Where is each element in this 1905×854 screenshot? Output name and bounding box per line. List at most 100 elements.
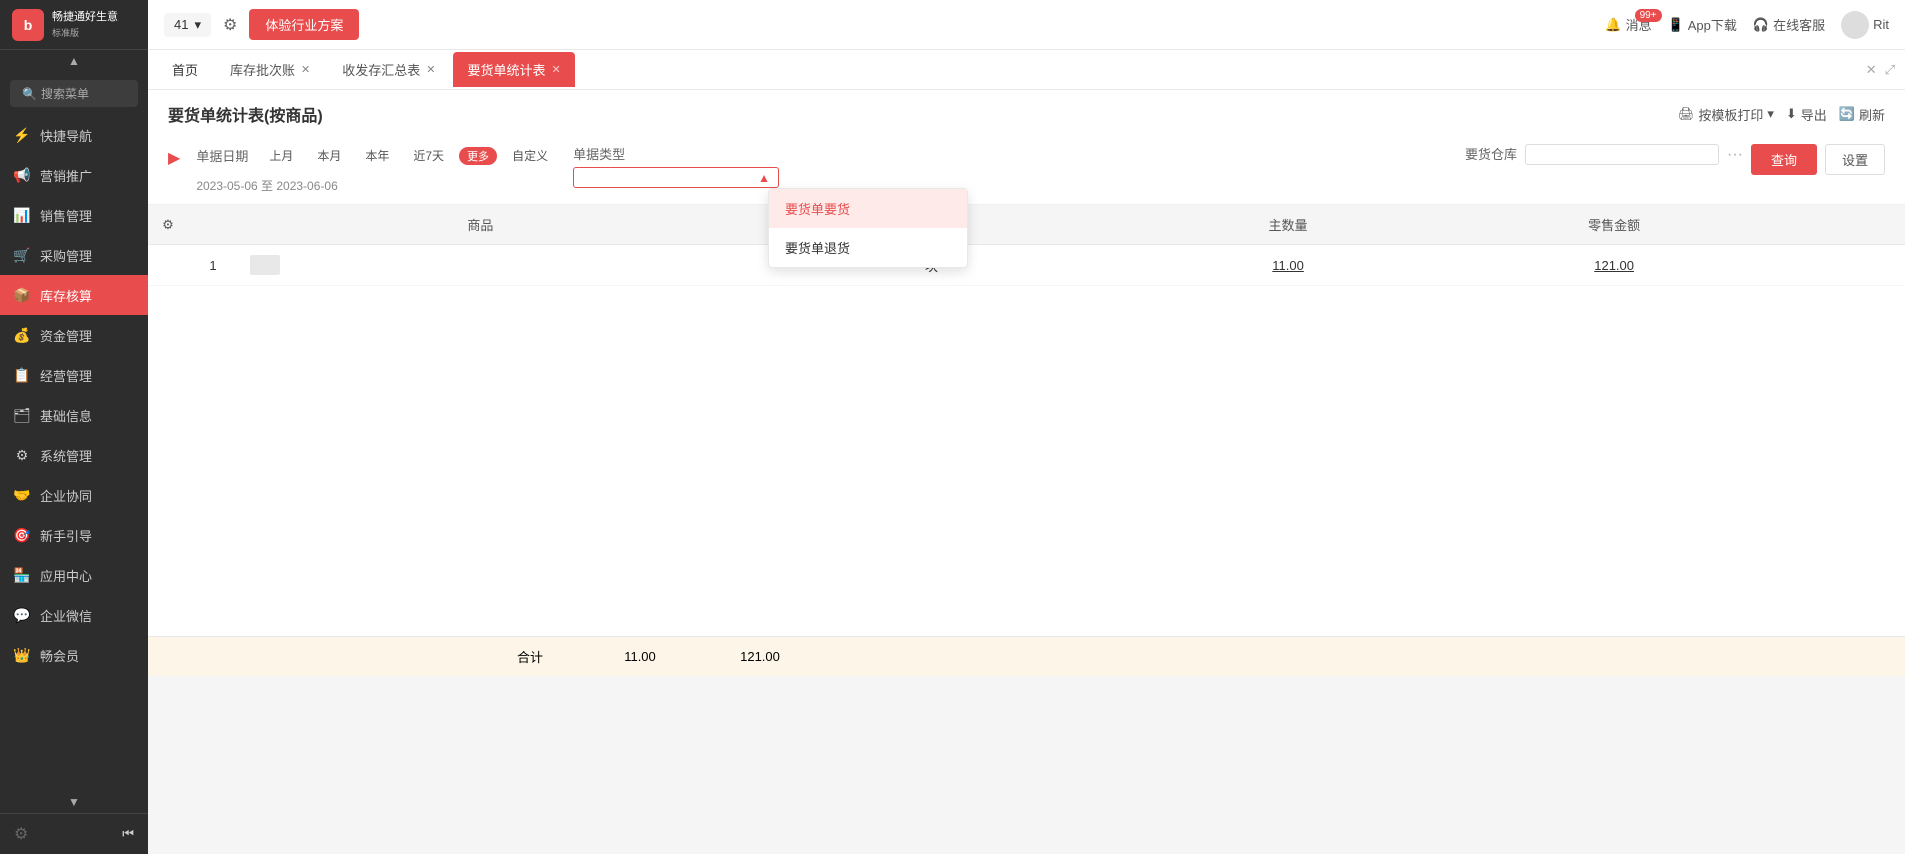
tab-inventory-batch-close[interactable]: ✕	[301, 63, 310, 76]
data-table: ⚙ 商品 主计量单位 主数量 零售金额 1	[148, 205, 1905, 286]
footer-label: 合计	[480, 647, 580, 666]
sidebar-item-label: 基础信息	[40, 406, 92, 425]
header-right: 🔔 消息 99+ 📱 App下载 🎧 在线客服 Rit	[1605, 11, 1889, 39]
sidebar-item-label: 销售管理	[40, 206, 92, 225]
online-service-btn[interactable]: 🎧 在线客服	[1753, 15, 1825, 34]
print-label: 按模板打印	[1698, 105, 1763, 124]
sidebar-item-system[interactable]: ⚙ 系统管理	[0, 435, 148, 475]
warehouse-more-btn[interactable]: ···	[1727, 146, 1743, 164]
tab-collect-summary[interactable]: 收发存汇总表 ✕	[328, 52, 449, 87]
app-logo: b 畅捷通好生意 标准版	[0, 0, 148, 50]
type-filter-input-wrap[interactable]: ▲	[573, 167, 779, 188]
sidebar-item-appstore[interactable]: 🏪 应用中心	[0, 555, 148, 595]
footer-qty: 11.00	[580, 649, 700, 664]
table-footer: 合计 11.00 121.00	[148, 636, 1905, 676]
sidebar-item-purchase[interactable]: 🛒 采购管理	[0, 235, 148, 275]
trial-btn[interactable]: 体验行业方案	[249, 9, 359, 40]
date-this-month[interactable]: 本月	[308, 144, 350, 167]
sidebar: b 畅捷通好生意 标准版 ▲ 🔍 搜索菜单 ⚡ 快捷导航 📢 营销推广 📊 销售…	[0, 0, 148, 854]
date-more-btn[interactable]: 更多	[459, 147, 497, 165]
col-qty: 主数量	[1140, 205, 1436, 245]
sidebar-item-label: 畅会员	[40, 646, 79, 665]
sidebar-item-quick-nav[interactable]: ⚡ 快捷导航	[0, 115, 148, 155]
tab-order-summary[interactable]: 要货单统计表 ✕	[453, 52, 574, 87]
sidebar-item-finance[interactable]: 💰 资金管理	[0, 315, 148, 355]
col-gear[interactable]: ⚙	[148, 205, 188, 245]
tabs-actions: ✕ ⤢	[1866, 62, 1895, 78]
inventory-icon: 📦	[12, 285, 32, 305]
product-name	[286, 258, 329, 273]
date-this-year[interactable]: 本年	[356, 144, 398, 167]
date-range-display: 2023-05-06 至 2023-06-06	[196, 177, 557, 194]
notifications-btn[interactable]: 🔔 消息 99+	[1605, 15, 1651, 34]
tab-collect-summary-close[interactable]: ✕	[426, 63, 435, 76]
sidebar-item-wechat[interactable]: 💬 企业微信	[0, 595, 148, 635]
date-last-7-days[interactable]: 近7天	[404, 144, 453, 167]
quick-nav-icon: ⚡	[12, 125, 32, 145]
sidebar-item-collab[interactable]: 🤝 企业协同	[0, 475, 148, 515]
collab-icon: 🤝	[12, 485, 32, 505]
tab-order-summary-close[interactable]: ✕	[552, 63, 561, 76]
col-index	[188, 205, 238, 245]
warehouse-input-wrap[interactable]	[1525, 144, 1719, 165]
date-filter-group: 单据日期 上月 本月 本年 近7天 更多 自定义 2023-05-06 至 20…	[196, 144, 557, 194]
refresh-icon: 🔄	[1839, 106, 1855, 122]
date-custom[interactable]: 自定义	[503, 144, 557, 167]
sidebar-nav: ⚡ 快捷导航 📢 营销推广 📊 销售管理 🛒 采购管理 📦 库存核算 💰 资金管…	[0, 115, 148, 791]
tab-inventory-batch[interactable]: 库存批次账 ✕	[216, 52, 324, 87]
company-selector[interactable]: 41 ▾	[164, 13, 211, 37]
finance-icon: 💰	[12, 325, 32, 345]
search-menu[interactable]: 🔍 搜索菜单	[10, 80, 138, 107]
tab-collect-summary-label: 收发存汇总表	[342, 60, 420, 79]
row-empty	[1792, 245, 1905, 286]
col-empty	[1792, 205, 1905, 245]
phone-icon: 📱	[1668, 17, 1684, 33]
type-filter-input[interactable]	[582, 170, 758, 185]
print-dropdown-icon[interactable]: ▾	[1767, 106, 1774, 122]
basic-icon: 🗂	[12, 405, 32, 425]
sales-icon: 📊	[12, 205, 32, 225]
sidebar-item-operation[interactable]: 📋 经营管理	[0, 355, 148, 395]
tabs-bar: 首页 库存批次账 ✕ 收发存汇总表 ✕ 要货单统计表 ✕ ✕ ⤢	[148, 50, 1905, 90]
sidebar-scroll-down[interactable]: ▼	[0, 791, 148, 813]
tab-home[interactable]: 首页	[158, 52, 212, 87]
header-gear-icon[interactable]: ⚙	[223, 15, 237, 35]
filter-expand-btn[interactable]: ▶	[168, 148, 180, 168]
footer-amount: 121.00	[700, 649, 820, 664]
filter-bar: ▶ 单据日期 上月 本月 本年 近7天 更多 自定义 2023-05-0	[148, 134, 1905, 205]
dropdown-option-tuihuo[interactable]: 要货单退货	[769, 228, 967, 267]
export-btn[interactable]: ⬇ 导出	[1786, 105, 1827, 124]
avatar	[1841, 11, 1869, 39]
type-filter-group: 单据类型 ▲	[573, 144, 779, 188]
refresh-btn[interactable]: 🔄 刷新	[1839, 105, 1885, 124]
type-filter-chevron-up[interactable]: ▲	[758, 171, 770, 185]
username-label: Rit	[1873, 17, 1889, 32]
search-icon: 🔍	[22, 87, 37, 101]
dropdown-option-yaohuo[interactable]: 要货单要货	[769, 189, 967, 228]
sidebar-item-sales[interactable]: 📊 销售管理	[0, 195, 148, 235]
sidebar-item-newbie[interactable]: 🎯 新手引导	[0, 515, 148, 555]
sidebar-settings-icon[interactable]: ⚙	[14, 824, 28, 844]
print-btn[interactable]: 🖨 按模板打印 ▾	[1678, 105, 1774, 124]
tab-expand-icon[interactable]: ⤢	[1885, 62, 1895, 78]
tab-order-summary-label: 要货单统计表	[467, 60, 545, 79]
settings-button[interactable]: 设置	[1825, 144, 1885, 175]
app-download-btn[interactable]: 📱 App下载	[1668, 15, 1737, 34]
sidebar-item-label: 营销推广	[40, 166, 92, 185]
main-content: 41 ▾ ⚙ 体验行业方案 🔔 消息 99+ 📱 App下载 🎧 在线客服	[148, 0, 1905, 854]
sidebar-item-basic[interactable]: 🗂 基础信息	[0, 395, 148, 435]
tab-close-all-icon[interactable]: ✕	[1866, 62, 1877, 78]
bell-icon: 🔔	[1605, 17, 1621, 33]
warehouse-input[interactable]	[1534, 147, 1710, 162]
sidebar-item-inventory[interactable]: 📦 库存核算	[0, 275, 148, 315]
sidebar-item-marketing[interactable]: 📢 营销推广	[0, 155, 148, 195]
tab-home-label: 首页	[172, 60, 198, 79]
query-button[interactable]: 查询	[1751, 144, 1817, 175]
date-last-month[interactable]: 上月	[260, 144, 302, 167]
header-left: 41 ▾ ⚙ 体验行业方案	[164, 9, 359, 40]
company-name: 41	[174, 17, 188, 32]
sidebar-scroll-up[interactable]: ▲	[0, 50, 148, 72]
user-profile-btn[interactable]: Rit	[1841, 11, 1889, 39]
sidebar-item-member[interactable]: 👑 畅会员	[0, 635, 148, 675]
sidebar-collapse-btn[interactable]: ⏮	[122, 826, 134, 842]
